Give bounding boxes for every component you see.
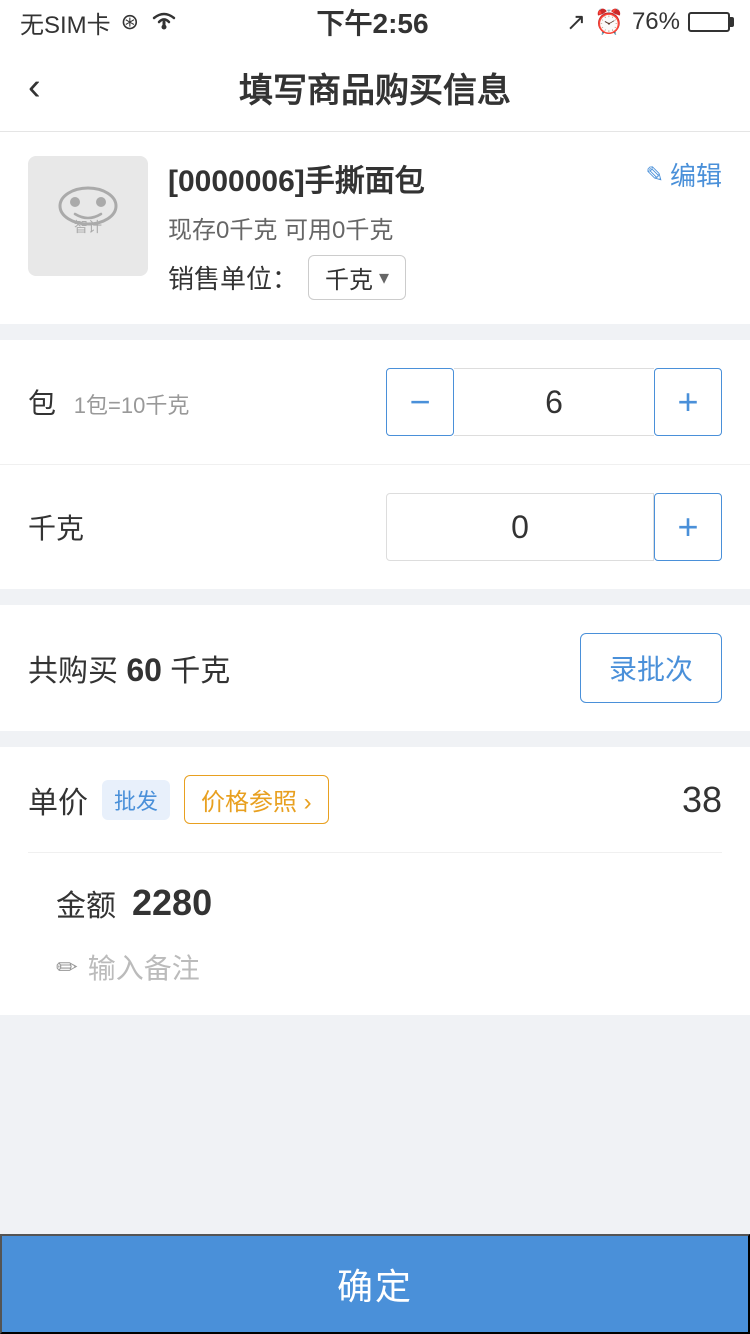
product-logo-icon: 智计 xyxy=(53,186,123,246)
status-bar: 无SIM卡 ⊛ 下午2:56 ↗ ⏰ 76% xyxy=(0,0,750,44)
amount-section: 金额 2280 ✏ 输入备注 xyxy=(28,853,722,1015)
price-ref-label: 价格参照 › xyxy=(201,782,312,817)
status-time: 下午2:56 xyxy=(317,2,429,42)
kg-label-text: 千克 xyxy=(28,513,84,544)
kg-label: 千克 xyxy=(28,507,84,547)
product-image: 智计 xyxy=(28,156,148,276)
price-type-badge: 批发 xyxy=(102,780,170,820)
product-info: [0000006]手撕面包 ✎ 编辑 现存0千克 可用0千克 销售单位： 千克 … xyxy=(168,156,722,300)
battery-icon xyxy=(688,12,730,32)
bao-label: 包 1包=10千克 xyxy=(28,382,189,422)
kg-quantity-input[interactable] xyxy=(386,493,654,561)
amount-row: 金额 2280 xyxy=(56,881,694,925)
status-left: 无SIM卡 ⊛ xyxy=(20,5,179,40)
amount-value: 2280 xyxy=(132,882,212,924)
bao-sub-label: 1包=10千克 xyxy=(74,393,190,418)
price-left: 单价 批发 价格参照 › xyxy=(28,775,329,824)
edit-button[interactable]: ✎ 编辑 xyxy=(646,156,722,193)
batch-button[interactable]: 录批次 xyxy=(580,633,722,703)
kg-quantity-control: + xyxy=(386,493,722,561)
product-name: [0000006]手撕面包 xyxy=(168,156,425,200)
price-ref-button[interactable]: 价格参照 › xyxy=(184,775,329,824)
status-right: ↗ ⏰ 76% xyxy=(566,8,730,37)
location-icon: ↗ xyxy=(566,8,586,37)
back-button[interactable]: ‹ xyxy=(28,66,41,109)
dropdown-arrow-icon: ▾ xyxy=(379,265,389,290)
price-row: 单价 批发 价格参照 › 38 xyxy=(28,775,722,853)
product-section: 智计 [0000006]手撕面包 ✎ 编辑 现存0千克 可用0千克 销售单位： … xyxy=(0,132,750,324)
edit-icon: ✎ xyxy=(646,162,664,188)
bao-minus-button[interactable]: − xyxy=(386,368,454,436)
quantity-input-section: 包 1包=10千克 − + 千克 + xyxy=(0,340,750,589)
kg-input-row: 千克 + xyxy=(0,465,750,589)
price-label: 单价 xyxy=(28,778,88,822)
confirm-button[interactable]: 确定 xyxy=(0,1234,750,1334)
svg-text:智计: 智计 xyxy=(74,219,102,235)
kg-plus-button[interactable]: + xyxy=(654,493,722,561)
pencil-icon: ✏ xyxy=(56,952,78,983)
price-value: 38 xyxy=(682,779,722,821)
product-stock: 现存0千克 可用0千克 xyxy=(168,210,722,245)
unit-label: 销售单位： xyxy=(168,259,298,296)
remark-row[interactable]: ✏ 输入备注 xyxy=(56,943,694,987)
total-amount: 60 xyxy=(126,652,162,688)
remark-placeholder: 输入备注 xyxy=(88,947,200,987)
bao-quantity-input[interactable] xyxy=(454,368,654,436)
product-header-row: [0000006]手撕面包 ✎ 编辑 xyxy=(168,156,722,210)
unit-selector[interactable]: 千克 ▾ xyxy=(308,255,406,300)
product-unit-row: 销售单位： 千克 ▾ xyxy=(168,255,722,300)
price-section: 单价 批发 价格参照 › 38 金额 2280 ✏ 输入备注 xyxy=(0,747,750,1015)
edit-label: 编辑 xyxy=(670,156,722,193)
page-title: 填写商品购买信息 xyxy=(239,63,511,112)
wifi-signal xyxy=(149,8,179,37)
bao-label-text: 包 xyxy=(28,388,56,419)
nav-bar: ‹ 填写商品购买信息 xyxy=(0,44,750,132)
wifi-icon: ⊛ xyxy=(121,9,139,35)
total-row: 共购买 60 千克 录批次 xyxy=(0,605,750,731)
total-unit: 千克 xyxy=(170,655,230,688)
alarm-icon: ⏰ xyxy=(594,8,624,37)
bao-input-row: 包 1包=10千克 − + xyxy=(0,340,750,465)
total-prefix: 共购买 xyxy=(28,655,118,688)
total-text: 共购买 60 千克 xyxy=(28,646,230,690)
bao-quantity-control: − + xyxy=(386,368,722,436)
bao-plus-button[interactable]: + xyxy=(654,368,722,436)
unit-value: 千克 xyxy=(325,260,373,295)
battery-percent: 76% xyxy=(632,8,680,36)
carrier-label: 无SIM卡 xyxy=(20,5,111,40)
amount-label: 金额 xyxy=(56,881,116,925)
empty-area xyxy=(0,1015,750,1215)
